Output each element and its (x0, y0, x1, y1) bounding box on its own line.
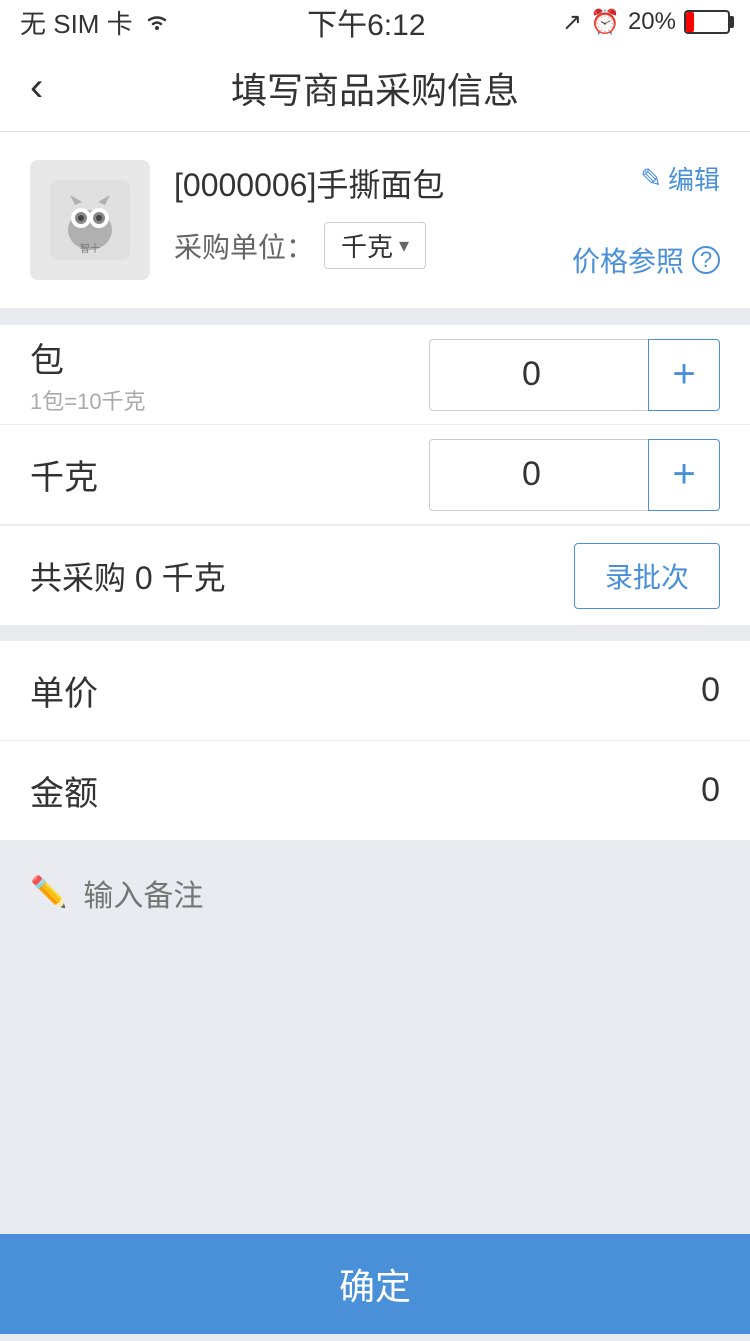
unit-price-label: 单价 (30, 666, 98, 715)
kg-input-row: 千克 + (0, 425, 750, 525)
kg-label: 千克 (30, 450, 150, 499)
kg-quantity-input[interactable] (429, 439, 649, 511)
input-section: 包 1包=10千克 + 千克 + 共采购 0 千克 录批次 (0, 325, 750, 625)
battery-icon (684, 10, 730, 34)
amount-row: 金额 0 (0, 741, 750, 841)
carrier-label: 无 SIM 卡 (20, 4, 133, 41)
section-divider-1 (0, 309, 750, 325)
price-section: 单价 0 金额 0 (0, 641, 750, 841)
bag-input-controls: + (429, 339, 720, 411)
kg-plus-button[interactable]: + (648, 439, 720, 511)
price-reference-button[interactable]: 价格参照 ? (572, 240, 720, 280)
edit-label: 编辑 (668, 160, 720, 197)
alarm-icon: ⏰ (590, 8, 620, 37)
svg-text:智十: 智十 (80, 242, 100, 255)
bag-label: 包 (30, 333, 150, 382)
help-icon: ? (692, 246, 720, 274)
status-left: 无 SIM 卡 (20, 4, 171, 41)
confirm-button[interactable]: 确定 (0, 1234, 750, 1334)
product-card: 智十 [0000006]手撕面包 采购单位： 千克 ▾ ✎ 编辑 价格参照 ? (0, 132, 750, 309)
unit-select[interactable]: 千克 ▾ (324, 222, 426, 269)
battery-fill (686, 12, 694, 32)
bag-sub-label: 1包=10千克 (30, 384, 150, 416)
unit-price-value: 0 (701, 671, 720, 710)
product-name: [0000006]手撕面包 (174, 160, 720, 206)
kg-label-container: 千克 (30, 450, 150, 499)
section-divider-2 (0, 625, 750, 641)
summary-row: 共采购 0 千克 录批次 (0, 525, 750, 625)
bag-label-container: 包 1包=10千克 (30, 333, 150, 416)
bag-input-row: 包 1包=10千克 + (0, 325, 750, 425)
back-button[interactable]: ‹ (30, 65, 43, 110)
summary-unit: 千克 (162, 560, 226, 596)
pencil-icon: ✏️ (30, 875, 67, 910)
status-time: 下午6:12 (307, 0, 425, 44)
unit-value: 千克 (341, 227, 393, 264)
product-thumbnail: 智十 (30, 160, 150, 280)
summary-amount: 0 (135, 560, 153, 596)
status-right: ↗ ⏰ 20% (562, 8, 730, 37)
bag-plus-button[interactable]: + (648, 339, 720, 411)
status-bar: 无 SIM 卡 下午6:12 ↗ ⏰ 20% (0, 0, 750, 44)
edit-button[interactable]: ✎ 编辑 (640, 160, 720, 197)
amount-label: 金额 (30, 766, 98, 815)
location-icon: ↗ (562, 8, 582, 37)
wifi-icon (143, 12, 171, 32)
amount-value: 0 (701, 771, 720, 810)
summary-prefix: 共采购 (30, 560, 126, 596)
bag-quantity-input[interactable] (429, 339, 649, 411)
kg-input-controls: + (429, 439, 720, 511)
summary-text: 共采购 0 千克 (30, 553, 226, 599)
price-ref-label: 价格参照 (572, 240, 684, 280)
remark-section: ✏️ (0, 841, 750, 1041)
unit-arrow-icon: ▾ (399, 233, 409, 258)
unit-label: 采购单位： (174, 226, 314, 266)
page-title: 填写商品采购信息 (231, 62, 519, 114)
product-logo: 智十 (50, 180, 130, 260)
unit-price-row: 单价 0 (0, 641, 750, 741)
nav-bar: ‹ 填写商品采购信息 (0, 44, 750, 132)
battery-pct: 20% (628, 8, 676, 36)
edit-icon: ✎ (640, 163, 662, 194)
batch-button[interactable]: 录批次 (574, 543, 720, 609)
remark-input[interactable] (83, 871, 720, 1011)
